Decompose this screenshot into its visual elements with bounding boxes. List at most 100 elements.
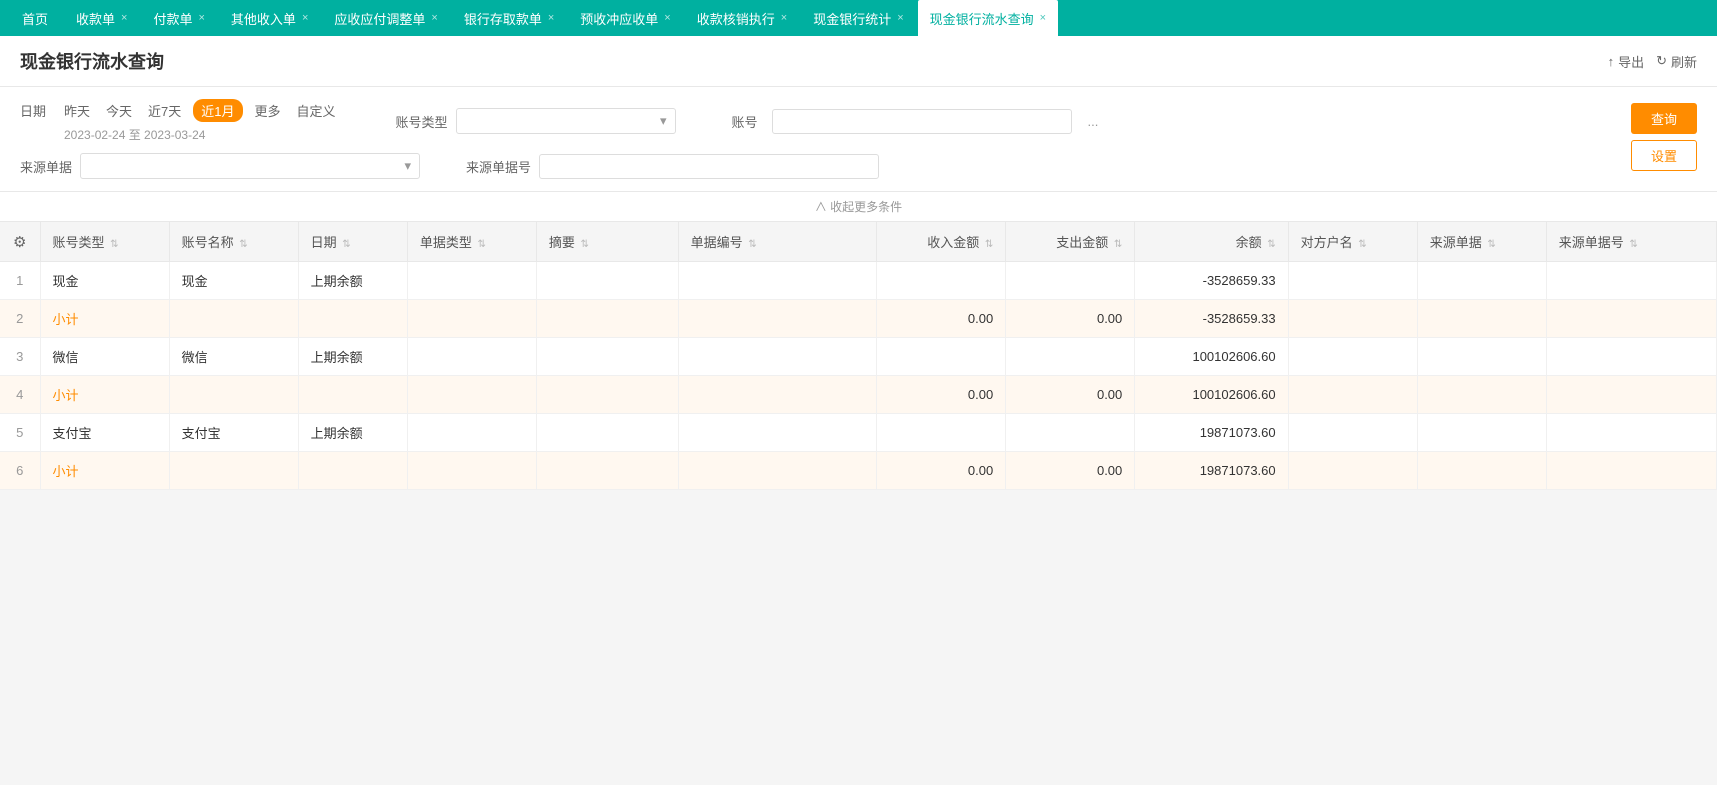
- th-doc-no[interactable]: 单据编号 ⇅: [678, 222, 877, 262]
- nav-home[interactable]: 首页: [8, 0, 62, 36]
- td-counterpart: [1288, 262, 1417, 300]
- td-index: 6: [0, 452, 40, 490]
- nav-item-6[interactable]: 收款核销执行 ×: [685, 0, 799, 36]
- data-table: ⚙ 账号类型 ⇅ 账号名称 ⇅ 日期 ⇅ 单据类型 ⇅: [0, 222, 1717, 490]
- export-button[interactable]: ↑ 导出: [1608, 52, 1645, 71]
- td-source-doc-no: [1546, 262, 1716, 300]
- settings-gear-icon[interactable]: ⚙: [13, 234, 26, 251]
- td-doc-type: [407, 452, 536, 490]
- close-icon[interactable]: ×: [897, 12, 903, 24]
- nav-item-3[interactable]: 应收应付调整单 ×: [322, 0, 449, 36]
- th-expense[interactable]: 支出金额 ⇅: [1006, 222, 1135, 262]
- td-index: 3: [0, 338, 40, 376]
- close-icon[interactable]: ×: [1040, 12, 1046, 24]
- nav-item-2[interactable]: 其他收入单 ×: [219, 0, 320, 36]
- sort-icon: ⇅: [1487, 239, 1495, 250]
- td-doc-type: [407, 414, 536, 452]
- th-settings[interactable]: ⚙: [0, 222, 40, 262]
- th-summary[interactable]: 摘要 ⇅: [536, 222, 678, 262]
- close-icon[interactable]: ×: [121, 12, 127, 24]
- td-expense: 0.00: [1006, 452, 1135, 490]
- close-icon[interactable]: ×: [198, 12, 204, 24]
- td-source-doc: [1417, 452, 1546, 490]
- account-input[interactable]: [781, 114, 1063, 129]
- td-counterpart: [1288, 300, 1417, 338]
- td-expense: [1006, 414, 1135, 452]
- close-icon[interactable]: ×: [548, 12, 554, 24]
- top-nav: 首页 收款单 × 付款单 × 其他收入单 × 应收应付调整单 × 银行存取款单 …: [0, 0, 1717, 36]
- chevron-down-icon: ▾: [660, 113, 667, 129]
- th-account-type[interactable]: 账号类型 ⇅: [40, 222, 169, 262]
- td-source-doc: [1417, 376, 1546, 414]
- td-income: 0.00: [877, 376, 1006, 414]
- td-income: 0.00: [877, 300, 1006, 338]
- refresh-button[interactable]: ↻ 刷新: [1656, 52, 1697, 71]
- td-doc-no: [678, 262, 877, 300]
- nav-item-0[interactable]: 收款单 ×: [64, 0, 139, 36]
- td-date: [298, 376, 407, 414]
- shortcut-more[interactable]: 更多: [251, 99, 285, 122]
- td-date: [298, 452, 407, 490]
- account-type-select[interactable]: ▾: [456, 108, 676, 134]
- source-doc-select[interactable]: ▾: [80, 153, 420, 179]
- th-date[interactable]: 日期 ⇅: [298, 222, 407, 262]
- source-doc-no-input[interactable]: [548, 159, 870, 174]
- td-doc-type: [407, 338, 536, 376]
- td-source-doc: [1417, 300, 1546, 338]
- td-source-doc-no: [1546, 452, 1716, 490]
- settings-button[interactable]: 设置: [1631, 140, 1697, 171]
- td-account-type: 小计: [40, 452, 169, 490]
- nav-item-1[interactable]: 付款单 ×: [141, 0, 216, 36]
- nav-item-7[interactable]: 现金银行统计 ×: [801, 0, 915, 36]
- td-account-type: 小计: [40, 300, 169, 338]
- th-source-doc-no[interactable]: 来源单据号 ⇅: [1546, 222, 1716, 262]
- more-dots[interactable]: ...: [1080, 110, 1107, 133]
- td-expense: 0.00: [1006, 300, 1135, 338]
- nav-item-4[interactable]: 银行存取款单 ×: [452, 0, 566, 36]
- shortcut-1month[interactable]: 近1月: [193, 99, 242, 122]
- sort-icon: ⇅: [110, 239, 118, 250]
- shortcut-custom[interactable]: 自定义: [293, 99, 340, 122]
- td-account-name: [169, 452, 298, 490]
- table-container: ⚙ 账号类型 ⇅ 账号名称 ⇅ 日期 ⇅ 单据类型 ⇅: [0, 222, 1717, 490]
- close-icon[interactable]: ×: [664, 12, 670, 24]
- sort-icon: ⇅: [1114, 239, 1122, 250]
- th-counterpart[interactable]: 对方户名 ⇅: [1288, 222, 1417, 262]
- th-doc-type[interactable]: 单据类型 ⇅: [407, 222, 536, 262]
- close-icon[interactable]: ×: [781, 12, 787, 24]
- th-account-name[interactable]: 账号名称 ⇅: [169, 222, 298, 262]
- sort-icon: ⇅: [239, 239, 247, 250]
- th-income[interactable]: 收入金额 ⇅: [877, 222, 1006, 262]
- td-index: 1: [0, 262, 40, 300]
- nav-item-8[interactable]: 现金银行流水查询 ×: [918, 0, 1058, 36]
- td-account-type: 现金: [40, 262, 169, 300]
- date-shortcuts: 昨天 今天 近7天 近1月 更多 自定义: [60, 99, 340, 122]
- query-button[interactable]: 查询: [1631, 103, 1697, 134]
- nav-item-5[interactable]: 预收冲应收单 ×: [568, 0, 682, 36]
- th-balance[interactable]: 余额 ⇅: [1135, 222, 1288, 262]
- th-source-doc[interactable]: 来源单据 ⇅: [1417, 222, 1546, 262]
- td-account-name: [169, 300, 298, 338]
- td-doc-type: [407, 262, 536, 300]
- source-doc-label: 来源单据: [20, 157, 72, 176]
- sort-icon: ⇅: [1358, 239, 1366, 250]
- td-source-doc-no: [1546, 376, 1716, 414]
- shortcut-yesterday[interactable]: 昨天: [60, 99, 94, 122]
- td-account-name: [169, 376, 298, 414]
- header-actions: ↑ 导出 ↻ 刷新: [1608, 52, 1697, 71]
- td-summary: [536, 262, 678, 300]
- sort-icon: ⇅: [477, 239, 485, 250]
- filter-row-1: 日期 昨天 今天 近7天 近1月 更多 自定义 2023-02-24 至 202…: [20, 99, 1615, 143]
- shortcut-7days[interactable]: 近7天: [144, 99, 185, 122]
- td-doc-no: [678, 376, 877, 414]
- collapse-bar[interactable]: ∧ 收起更多条件: [0, 192, 1717, 222]
- date-label: 日期: [20, 101, 52, 120]
- td-summary: [536, 300, 678, 338]
- td-account-type: 支付宝: [40, 414, 169, 452]
- collapse-icon: ∧: [815, 200, 830, 214]
- shortcut-today[interactable]: 今天: [102, 99, 136, 122]
- close-icon[interactable]: ×: [431, 12, 437, 24]
- td-summary: [536, 376, 678, 414]
- close-icon[interactable]: ×: [302, 12, 308, 24]
- table-row: 3微信微信上期余额100102606.60: [0, 338, 1717, 376]
